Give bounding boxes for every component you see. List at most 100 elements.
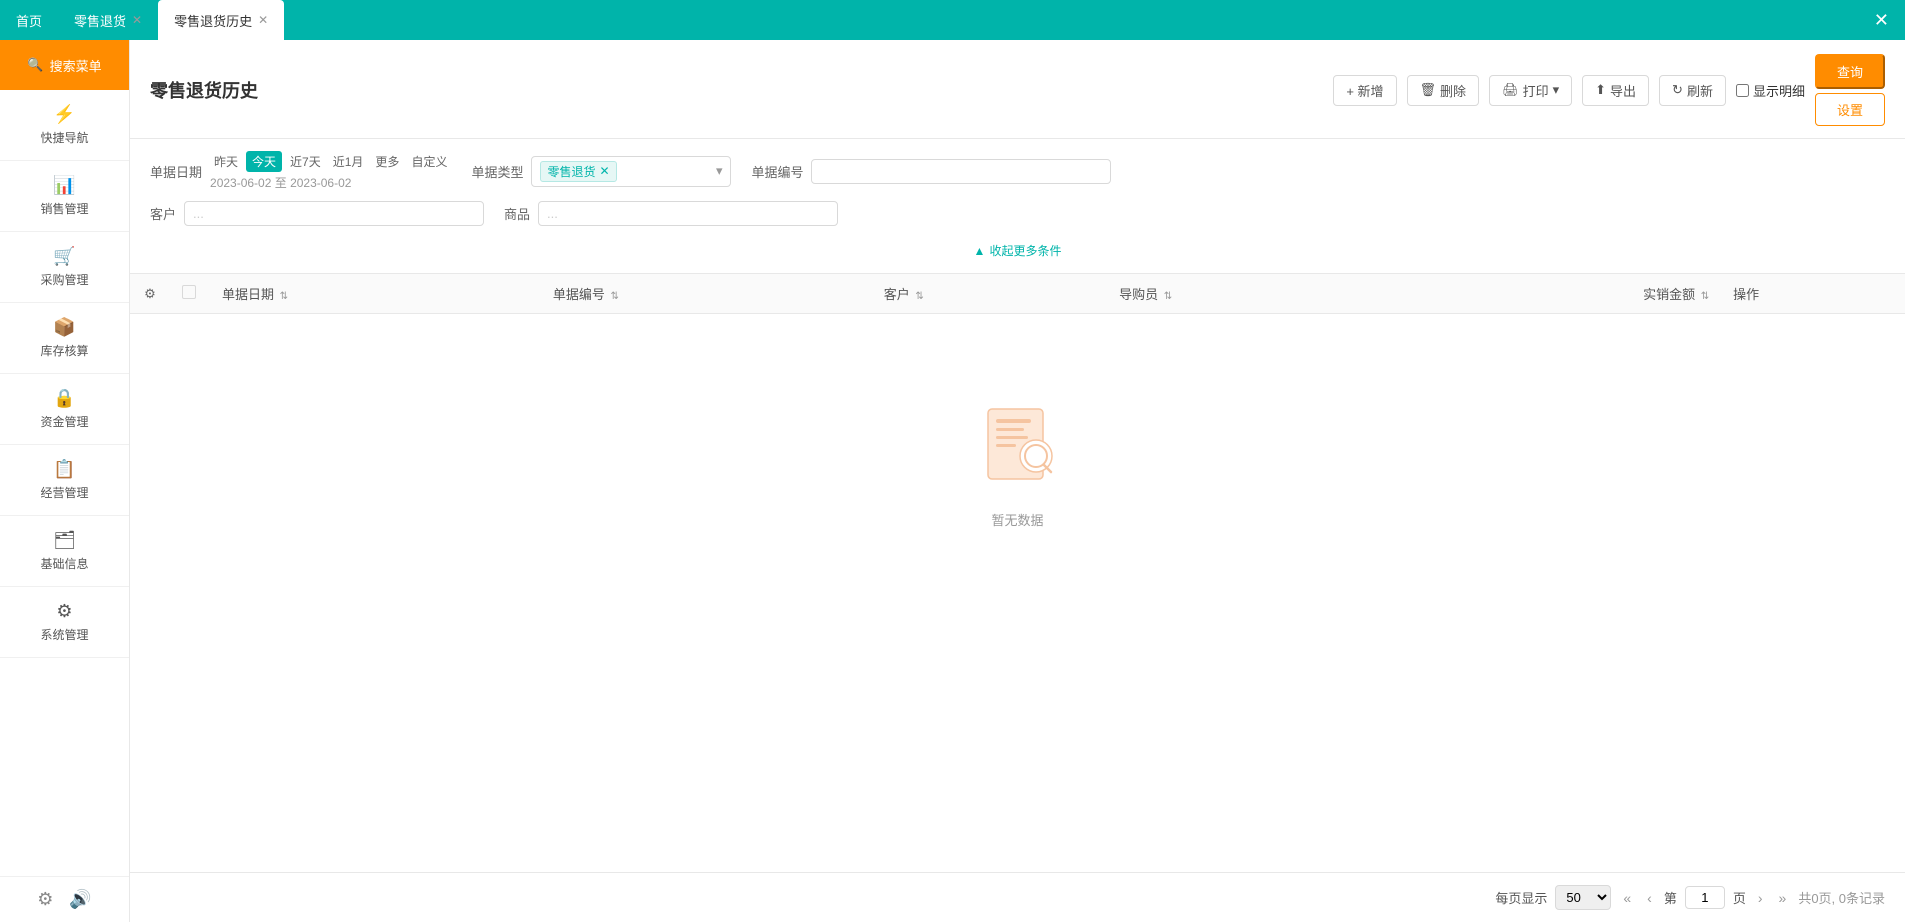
- show-detail-toggle[interactable]: 显示明细: [1736, 81, 1805, 100]
- date-btn-today[interactable]: 今天: [246, 151, 282, 172]
- per-page-select[interactable]: 50 20 100: [1555, 885, 1611, 910]
- date-btn-1month[interactable]: 近1月: [329, 151, 368, 172]
- toolbar: + 新增 🗑 删除 🖨 打印 ▾ ⬆ 导出 ↻: [1333, 54, 1885, 126]
- sidebar-item-quick-nav[interactable]: ⚡ 快捷导航: [0, 90, 129, 161]
- filter-date: 单据日期 昨天 今天 近7天 近1月 更多 自定义 2023-06-02 至 2…: [150, 151, 451, 191]
- type-label: 单据类型: [471, 162, 523, 181]
- type-tag-remove[interactable]: ✕: [599, 164, 609, 178]
- collapse-button[interactable]: ▲ 收起更多条件: [974, 242, 1062, 259]
- filter-row-2: 客户 ... 商品 ...: [150, 201, 1885, 226]
- col-checkbox: [170, 274, 210, 314]
- sidebar-item-system-label: 系统管理: [40, 626, 88, 643]
- sidebar-item-sales-label: 销售管理: [40, 200, 88, 217]
- top-bar-close[interactable]: ✕: [1874, 10, 1905, 31]
- page-header: 零售退货历史 + 新增 🗑 删除 🖨 打印 ▾ ⬆ 导出: [130, 40, 1905, 139]
- sidebar-item-operations-label: 经营管理: [40, 484, 88, 501]
- customer-input[interactable]: ...: [184, 201, 484, 226]
- purchase-icon: 🛒: [53, 246, 75, 267]
- tab-home[interactable]: 首页: [0, 0, 58, 40]
- sidebar-item-finance[interactable]: 🔒 资金管理: [0, 374, 129, 445]
- content-area: 零售退货历史 + 新增 🗑 删除 🖨 打印 ▾ ⬆ 导出: [130, 40, 1905, 922]
- amount-sort-icon: ⇅: [1701, 291, 1709, 302]
- collapse-icon: ▲: [974, 244, 986, 258]
- select-all-checkbox[interactable]: [182, 285, 196, 299]
- empty-illustration: [968, 394, 1068, 494]
- top-bar: 首页 零售退货 ✕ 零售退货历史 ✕ ✕: [0, 0, 1905, 40]
- tab-bar: 首页 零售退货 ✕ 零售退货历史 ✕: [0, 0, 1874, 40]
- filter-collapse: ▲ 收起更多条件: [150, 236, 1885, 261]
- page-input[interactable]: [1685, 886, 1725, 909]
- sidebar-search-label: 搜索菜单: [50, 56, 102, 75]
- type-select[interactable]: 零售退货 ✕ ▾: [531, 156, 731, 187]
- print-button[interactable]: 🖨 打印 ▾: [1489, 75, 1572, 106]
- col-date[interactable]: 单据日期 ⇅: [210, 274, 541, 314]
- sidebar-item-system[interactable]: ⚙ 系统管理: [0, 587, 129, 658]
- sidebar-item-basic-info[interactable]: 🗂 基础信息: [0, 516, 129, 587]
- filter-customer: 客户 ...: [150, 201, 484, 226]
- col-action: 操作: [1721, 274, 1905, 314]
- tab-retail-return-close[interactable]: ✕: [132, 13, 142, 27]
- type-select-chevron: ▾: [716, 163, 723, 179]
- tab-home-label: 首页: [16, 11, 42, 30]
- col-number[interactable]: 单据编号 ⇅: [541, 274, 872, 314]
- next-page-button[interactable]: ›: [1754, 888, 1767, 908]
- refresh-icon: ↻: [1672, 82, 1683, 98]
- sidebar-item-inventory[interactable]: 📦 库存核算: [0, 303, 129, 374]
- goods-input[interactable]: ...: [538, 201, 838, 226]
- sidebar-item-purchase[interactable]: 🛒 采购管理: [0, 232, 129, 303]
- delete-icon: 🗑: [1420, 82, 1437, 98]
- col-settings: ⚙: [130, 274, 170, 314]
- sidebar-search[interactable]: 🔍 搜索菜单: [0, 40, 129, 90]
- table-settings-icon[interactable]: ⚙: [142, 286, 158, 302]
- system-icon: ⚙: [56, 601, 72, 622]
- prev-page-button[interactable]: ‹: [1643, 888, 1656, 908]
- col-customer[interactable]: 客户 ⇅: [872, 274, 1107, 314]
- new-button[interactable]: + 新增: [1333, 75, 1396, 106]
- goods-label: 商品: [504, 204, 530, 223]
- query-button[interactable]: 查询: [1815, 54, 1885, 89]
- show-detail-checkbox[interactable]: [1736, 84, 1749, 97]
- table-area: ⚙ 单据日期 ⇅ 单据编号 ⇅: [130, 274, 1905, 872]
- page-label: 第: [1664, 888, 1677, 907]
- toolbar-right: 查询 设置: [1815, 54, 1885, 126]
- id-label: 单据编号: [751, 162, 803, 181]
- sidebar-item-basic-info-label: 基础信息: [40, 555, 88, 572]
- export-button[interactable]: ⬆ 导出: [1582, 75, 1649, 106]
- inventory-icon: 📦: [53, 317, 75, 338]
- gear-icon[interactable]: ⚙: [37, 889, 53, 910]
- tab-retail-return-history-label: 零售退货历史: [174, 11, 252, 30]
- page-title: 零售退货历史: [150, 77, 258, 103]
- date-buttons: 昨天 今天 近7天 近1月 更多 自定义: [210, 151, 451, 172]
- tab-retail-return-history[interactable]: 零售退货历史 ✕: [158, 0, 284, 40]
- date-range: 2023-06-02 至 2023-06-02: [210, 174, 451, 191]
- col-guide[interactable]: 导购员 ⇅: [1107, 274, 1390, 314]
- date-label: 单据日期: [150, 162, 202, 181]
- collapse-label: 收起更多条件: [989, 242, 1061, 259]
- table-header: ⚙ 单据日期 ⇅ 单据编号 ⇅: [130, 274, 1905, 314]
- last-page-button[interactable]: »: [1775, 888, 1791, 908]
- col-amount[interactable]: 实销金额 ⇅: [1390, 274, 1721, 314]
- finance-icon: 🔒: [53, 388, 75, 409]
- tab-retail-return-history-close[interactable]: ✕: [258, 13, 268, 27]
- id-input[interactable]: [811, 159, 1111, 184]
- guide-sort-icon: ⇅: [1164, 291, 1172, 302]
- filter-goods: 商品 ...: [504, 201, 838, 226]
- sidebar-item-sales[interactable]: 📊 销售管理: [0, 161, 129, 232]
- tab-retail-return-label: 零售退货: [74, 11, 126, 30]
- first-page-button[interactable]: «: [1619, 888, 1635, 908]
- delete-button[interactable]: 🗑 删除: [1407, 75, 1480, 106]
- sidebar-item-operations[interactable]: 📋 经营管理: [0, 445, 129, 516]
- tab-retail-return[interactable]: 零售退货 ✕: [58, 0, 158, 40]
- date-btn-more[interactable]: 更多: [371, 151, 403, 172]
- sound-icon[interactable]: 🔊: [69, 889, 91, 910]
- set-button[interactable]: 设置: [1815, 93, 1885, 126]
- date-btn-custom[interactable]: 自定义: [407, 151, 451, 172]
- customer-sort-icon: ⇅: [915, 291, 923, 302]
- type-tag: 零售退货 ✕: [540, 161, 616, 182]
- date-btn-7days[interactable]: 近7天: [286, 151, 325, 172]
- refresh-button[interactable]: ↻ 刷新: [1659, 75, 1726, 106]
- empty-text: 暂无数据: [991, 510, 1043, 529]
- date-btn-yesterday[interactable]: 昨天: [210, 151, 242, 172]
- table-body: 暂无数据: [130, 314, 1905, 610]
- sidebar-item-quick-nav-label: 快捷导航: [40, 129, 88, 146]
